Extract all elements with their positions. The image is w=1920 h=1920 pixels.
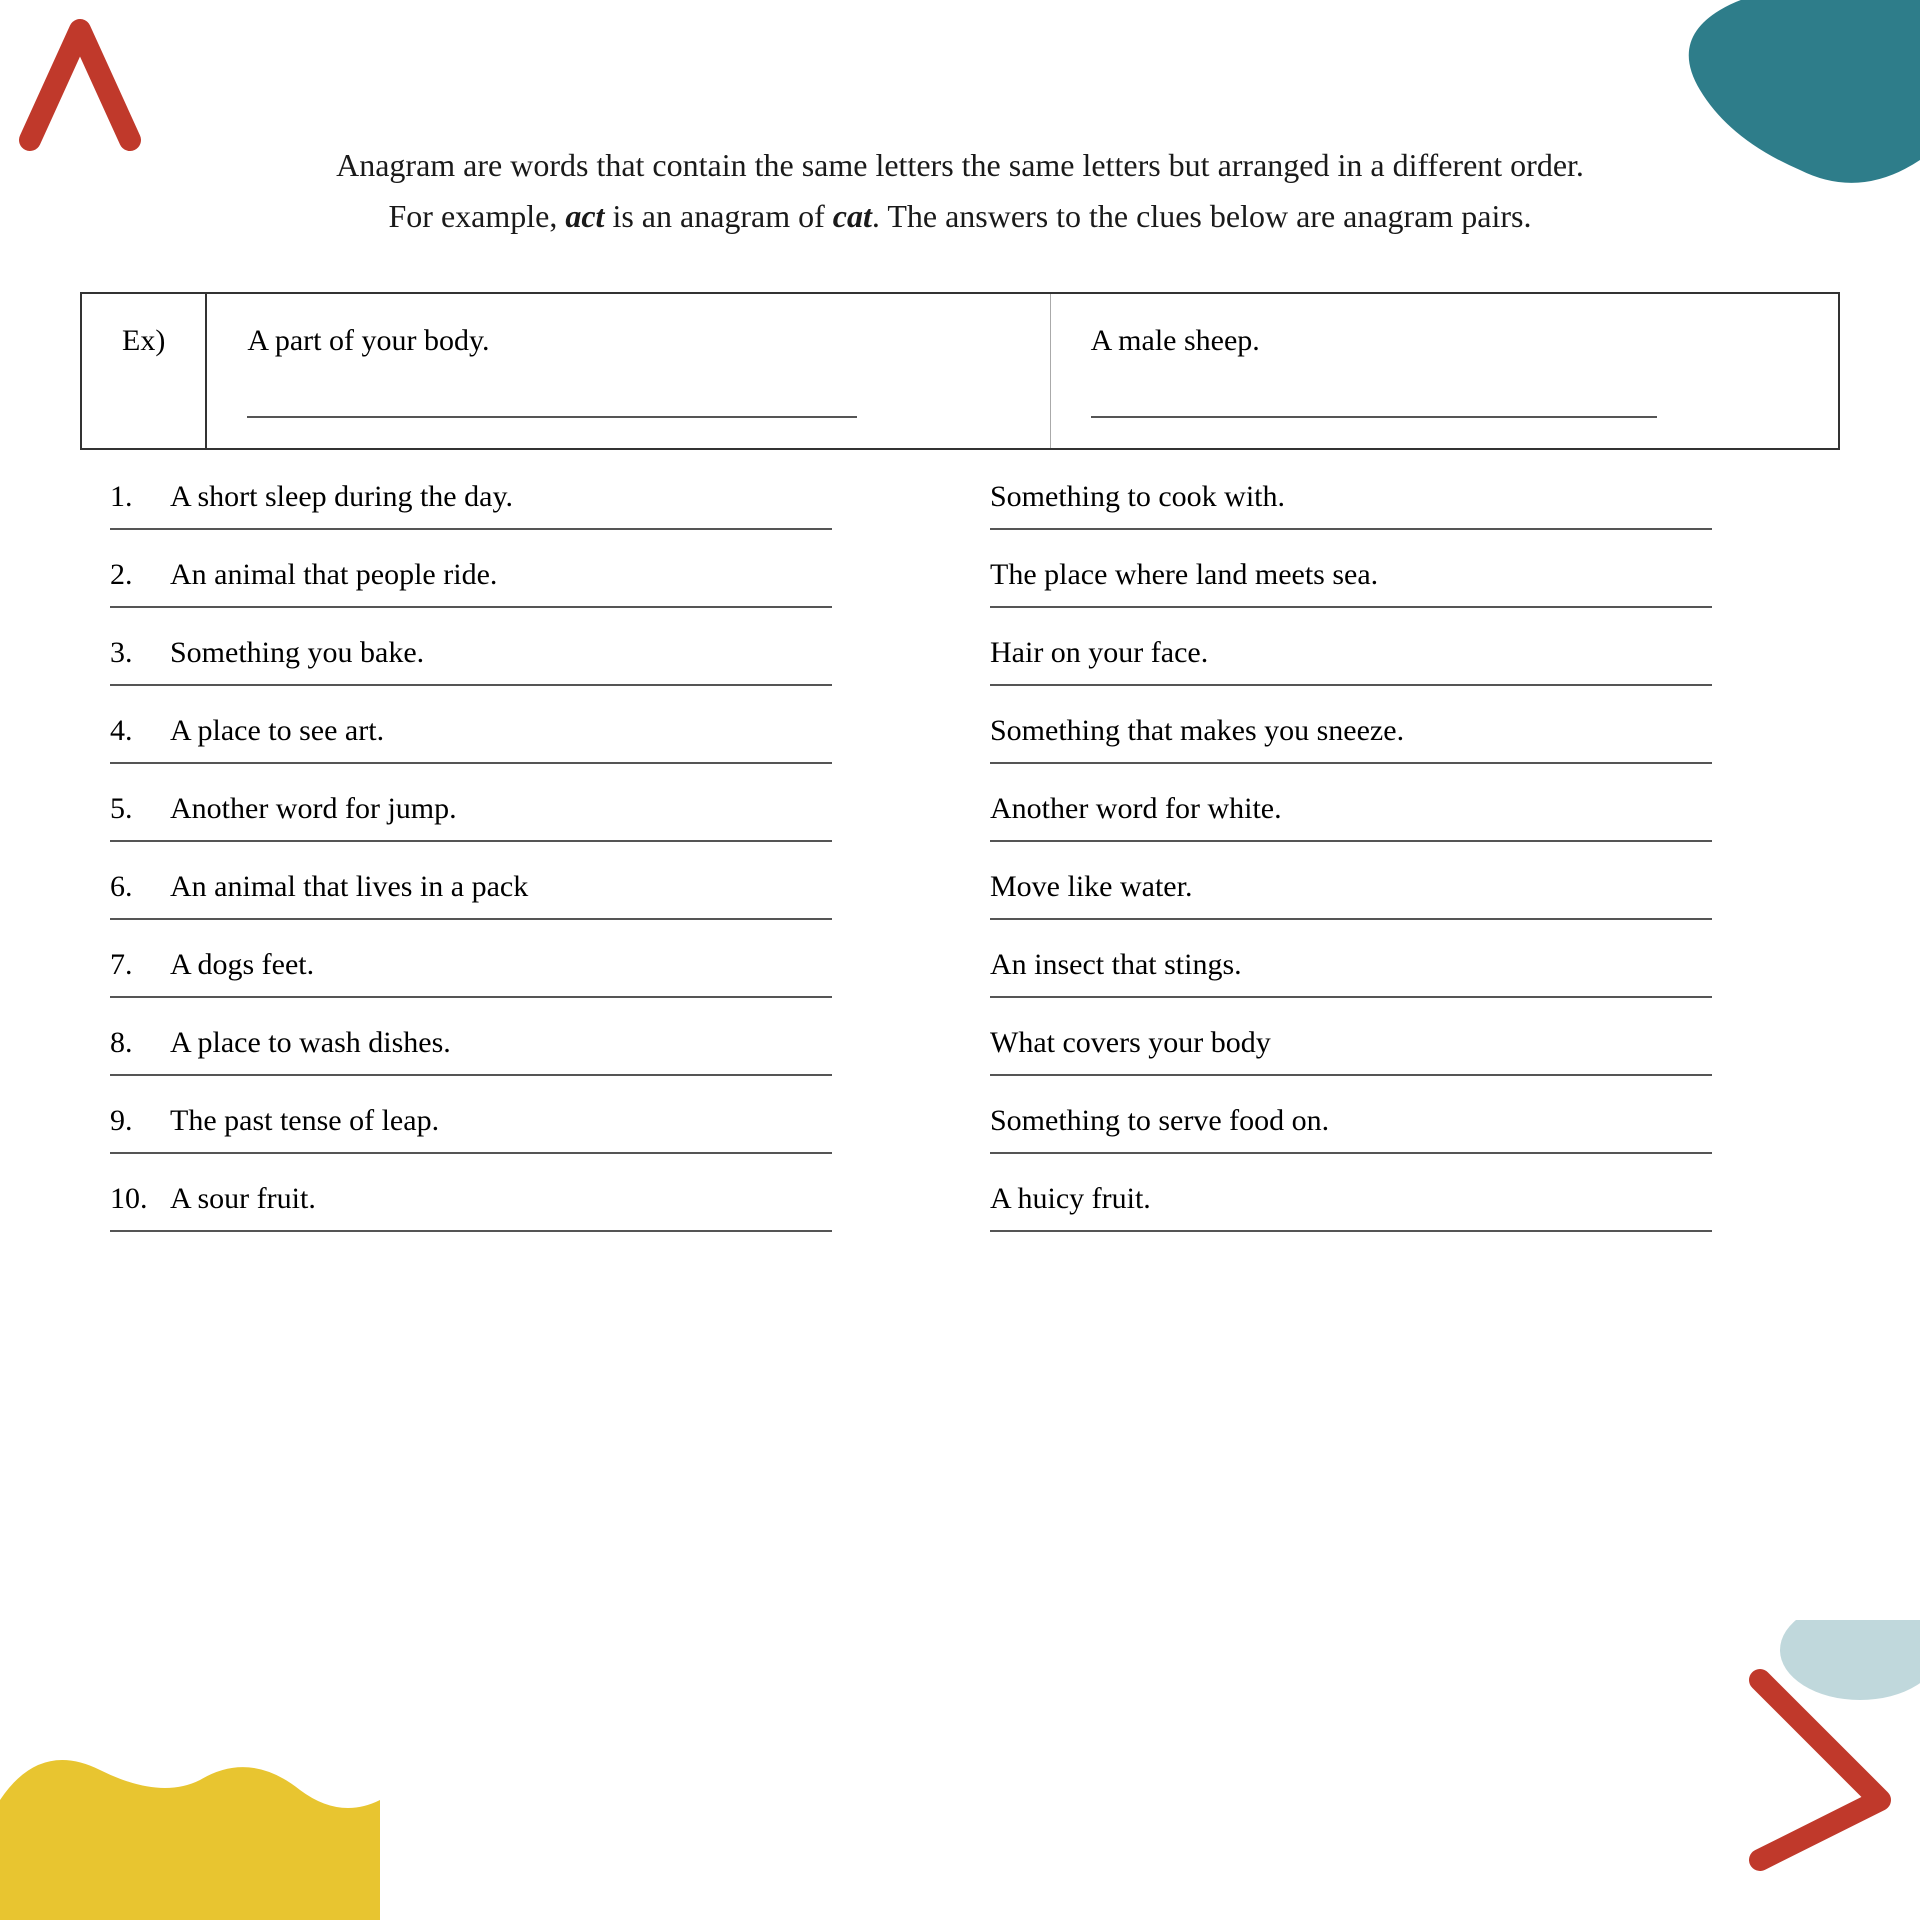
example-right-line: [1091, 378, 1657, 418]
clue-right-text-2: The place where land meets sea.: [990, 558, 1378, 592]
clue-left-line-4: [110, 762, 832, 764]
clue-left-6: 6. An animal that lives in a pack: [80, 870, 960, 928]
clue-left-text-8: A place to wash dishes.: [170, 1026, 451, 1060]
clue-left-line-9: [110, 1152, 832, 1154]
clue-right-line-2: [990, 606, 1712, 608]
clue-right-6: Move like water.: [960, 870, 1840, 928]
clue-right-line-8: [990, 1074, 1712, 1076]
clue-number-4: 4.: [110, 714, 160, 748]
clue-left-line-3: [110, 684, 832, 686]
clue-left-text-2: An animal that people ride.: [170, 558, 497, 592]
clue-number-10: 10.: [110, 1182, 160, 1216]
clue-right-line-5: [990, 840, 1712, 842]
clue-right-line-6: [990, 918, 1712, 920]
clue-left-4: 4. A place to see art.: [80, 714, 960, 772]
clue-left-9: 9. The past tense of leap.: [80, 1104, 960, 1162]
clue-right-line-7: [990, 996, 1712, 998]
clue-row-2: 2. An animal that people ride. The place…: [80, 548, 1840, 626]
clue-left-text-5: Another word for jump.: [170, 792, 457, 826]
clue-right-1: Something to cook with.: [960, 480, 1840, 538]
clue-row-1: 1. A short sleep during the day. Somethi…: [80, 470, 1840, 548]
clue-left-text-7: A dogs feet.: [170, 948, 314, 982]
clue-right-line-4: [990, 762, 1712, 764]
clue-left-2: 2. An animal that people ride.: [80, 558, 960, 616]
intro-line1: Anagram are words that contain the same …: [336, 147, 1584, 183]
clue-right-text-7: An insect that stings.: [990, 948, 1242, 982]
clue-right-line-1: [990, 528, 1712, 530]
clue-right-line-9: [990, 1152, 1712, 1154]
bottom-left-decoration: [0, 1720, 380, 1920]
italic-act: act: [565, 198, 604, 234]
clue-row-4: 4. A place to see art. Something that ma…: [80, 704, 1840, 782]
clue-left-line-7: [110, 996, 832, 998]
clue-left-line-1: [110, 528, 832, 530]
clue-right-text-6: Move like water.: [990, 870, 1192, 904]
clue-left-text-4: A place to see art.: [170, 714, 384, 748]
clue-left-text-9: The past tense of leap.: [170, 1104, 439, 1138]
intro-line2: For example, act is an anagram of cat. T…: [389, 198, 1532, 234]
intro-paragraph: Anagram are words that contain the same …: [80, 140, 1840, 242]
clue-left-text-10: A sour fruit.: [170, 1182, 316, 1216]
clue-right-line-10: [990, 1230, 1712, 1232]
clue-row-7: 7. A dogs feet. An insect that stings.: [80, 938, 1840, 1016]
example-left-clue: A part of your body.: [247, 324, 1009, 358]
clue-row-3: 3. Something you bake. Hair on your face…: [80, 626, 1840, 704]
clue-row-9: 9. The past tense of leap. Something to …: [80, 1094, 1840, 1172]
clue-right-3: Hair on your face.: [960, 636, 1840, 694]
clue-number-6: 6.: [110, 870, 160, 904]
clue-left-3: 3. Something you bake.: [80, 636, 960, 694]
clue-left-line-2: [110, 606, 832, 608]
clue-row-10: 10. A sour fruit. A huicy fruit.: [80, 1172, 1840, 1250]
example-left-line: [247, 378, 857, 418]
clue-left-1: 1. A short sleep during the day.: [80, 480, 960, 538]
clue-left-line-5: [110, 840, 832, 842]
clue-row-6: 6. An animal that lives in a pack Move l…: [80, 860, 1840, 938]
clue-right-2: The place where land meets sea.: [960, 558, 1840, 616]
example-row: Ex) A part of your body. A male sheep.: [81, 293, 1839, 449]
clue-left-10: 10. A sour fruit.: [80, 1182, 960, 1240]
clue-right-text-10: A huicy fruit.: [990, 1182, 1151, 1216]
clue-left-line-6: [110, 918, 832, 920]
clue-row-5: 5. Another word for jump. Another word f…: [80, 782, 1840, 860]
example-table: Ex) A part of your body. A male sheep.: [80, 292, 1840, 450]
example-left-cell: A part of your body.: [206, 293, 1050, 449]
clue-right-4: Something that makes you sneeze.: [960, 714, 1840, 772]
clue-left-5: 5. Another word for jump.: [80, 792, 960, 850]
clue-right-text-4: Something that makes you sneeze.: [990, 714, 1404, 748]
clue-left-8: 8. A place to wash dishes.: [80, 1026, 960, 1084]
clue-right-text-3: Hair on your face.: [990, 636, 1208, 670]
clue-right-text-8: What covers your body: [990, 1026, 1271, 1060]
clue-left-text-1: A short sleep during the day.: [170, 480, 513, 514]
clue-right-7: An insect that stings.: [960, 948, 1840, 1006]
clue-row-8: 8. A place to wash dishes. What covers y…: [80, 1016, 1840, 1094]
italic-cat: cat: [833, 198, 872, 234]
clue-right-text-1: Something to cook with.: [990, 480, 1285, 514]
clue-left-line-8: [110, 1074, 832, 1076]
clue-right-9: Something to serve food on.: [960, 1104, 1840, 1162]
clue-number-8: 8.: [110, 1026, 160, 1060]
clue-right-text-5: Another word for white.: [990, 792, 1282, 826]
example-label: Ex): [81, 293, 206, 449]
clue-number-2: 2.: [110, 558, 160, 592]
clue-left-line-10: [110, 1230, 832, 1232]
clue-number-7: 7.: [110, 948, 160, 982]
clue-right-line-3: [990, 684, 1712, 686]
bottom-right-decoration: [1700, 1620, 1920, 1920]
clue-number-3: 3.: [110, 636, 160, 670]
clue-right-text-9: Something to serve food on.: [990, 1104, 1329, 1138]
clue-number-5: 5.: [110, 792, 160, 826]
example-right-cell: A male sheep.: [1050, 293, 1839, 449]
clue-left-text-3: Something you bake.: [170, 636, 424, 670]
clue-right-5: Another word for white.: [960, 792, 1840, 850]
clue-right-8: What covers your body: [960, 1026, 1840, 1084]
clue-right-10: A huicy fruit.: [960, 1182, 1840, 1240]
clue-number-9: 9.: [110, 1104, 160, 1138]
clues-section: 1. A short sleep during the day. Somethi…: [80, 470, 1840, 1250]
example-right-clue: A male sheep.: [1091, 324, 1798, 358]
clue-number-1: 1.: [110, 480, 160, 514]
clue-left-7: 7. A dogs feet.: [80, 948, 960, 1006]
clue-left-text-6: An animal that lives in a pack: [170, 870, 528, 904]
main-content: Anagram are words that contain the same …: [0, 0, 1920, 1310]
